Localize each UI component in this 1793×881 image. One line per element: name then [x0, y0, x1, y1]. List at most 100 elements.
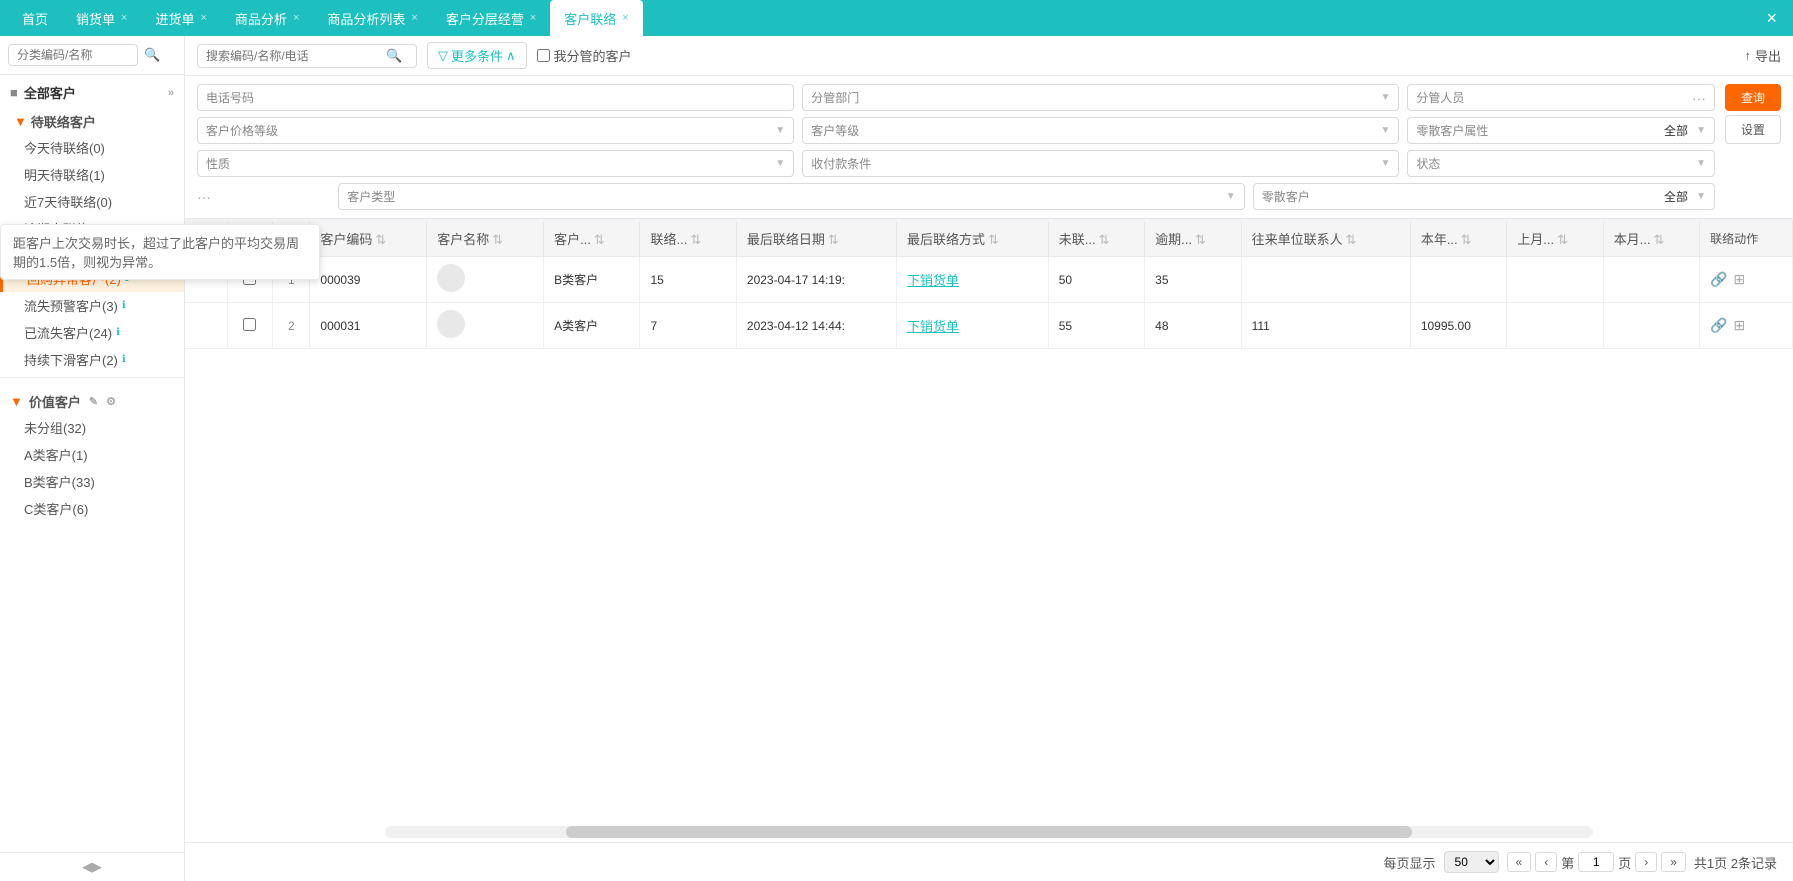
sidebar-a-class[interactable]: A类客户(1): [0, 441, 184, 468]
col-action: 联络动作: [1700, 221, 1793, 257]
row1-cust-type: B类客户: [544, 257, 640, 303]
row1-contacts: [1241, 257, 1410, 303]
bottom-scrollbar-thumb: [566, 826, 1412, 838]
lost-info-icon[interactable]: ℹ: [116, 327, 120, 338]
nav-customer-segment-close[interactable]: ×: [530, 12, 536, 24]
page-number-input[interactable]: [1578, 852, 1614, 872]
settings-button[interactable]: 设置: [1725, 115, 1781, 144]
sidebar-b-class[interactable]: B类客户(33): [0, 468, 184, 495]
sidebar-lost[interactable]: 已流失客户(24) ℹ: [0, 319, 184, 346]
window-close-button[interactable]: ×: [1758, 8, 1785, 29]
filter-customer-grade[interactable]: 客户等级 ▼: [802, 117, 1399, 144]
col-overdue[interactable]: 逾期...⇅: [1145, 221, 1241, 257]
sidebar-today-contact[interactable]: 今天待联络(0): [0, 134, 184, 161]
prev-page-btn[interactable]: ‹: [1535, 852, 1557, 872]
sidebar-persist-down[interactable]: 持续下滑客户(2) ℹ: [0, 346, 184, 373]
action-buttons: 查询 设置: [1725, 84, 1781, 144]
row2-checkbox-cell[interactable]: [227, 303, 273, 349]
sidebar-7day-contact[interactable]: 近7天待联络(0): [0, 188, 184, 215]
persist-down-info-icon[interactable]: ℹ: [122, 354, 126, 365]
row1-grid-icon[interactable]: ⊞: [1734, 271, 1746, 288]
export-btn[interactable]: ↑ 导出: [1744, 46, 1781, 65]
col-code[interactable]: 客户编码⇅: [310, 221, 427, 257]
search-icon[interactable]: 🔍: [386, 48, 402, 64]
my-customer-checkbox[interactable]: [537, 49, 550, 62]
row2-link-icon[interactable]: 🔗: [1710, 317, 1727, 334]
nav-home[interactable]: 首页: [8, 0, 62, 36]
row2-checkbox[interactable]: [243, 318, 256, 331]
nav-sales[interactable]: 销货单 ×: [62, 0, 141, 36]
filter-more-dots[interactable]: ···: [197, 189, 211, 205]
sidebar-c-class[interactable]: C类客户(6): [0, 495, 184, 522]
filter-person[interactable]: 分管人员 ···: [1407, 84, 1715, 111]
filter-nature-arrow: ▼: [775, 158, 785, 169]
nav-purchase[interactable]: 进货单 ×: [141, 0, 220, 36]
nav-purchase-close[interactable]: ×: [200, 12, 206, 24]
all-customers-collapse[interactable]: ■: [10, 85, 18, 100]
sidebar-scroll-right[interactable]: ▶: [92, 859, 102, 875]
nav-customer-contact-close[interactable]: ×: [622, 12, 628, 24]
col-contacts[interactable]: 往来单位联系人⇅: [1241, 221, 1410, 257]
filter-phone[interactable]: 电话号码: [197, 84, 794, 111]
table-area: ⚙ # 客户编码⇅ 客户名称⇅ 客户...⇅ 联络...⇅ 最后联络日期⇅ 最后…: [185, 221, 1793, 822]
nav-sales-close[interactable]: ×: [121, 12, 127, 24]
sidebar-search-icon[interactable]: 🔍: [144, 47, 160, 63]
search-input[interactable]: [206, 49, 386, 63]
bottom-scrollbar[interactable]: [385, 826, 1593, 838]
query-button[interactable]: 查询: [1725, 84, 1781, 111]
col-last-contact-method[interactable]: 最后联络方式⇅: [896, 221, 1048, 257]
sidebar-ungroup[interactable]: 未分组(32): [0, 414, 184, 441]
col-this-month[interactable]: 本月...⇅: [1603, 221, 1699, 257]
col-cust-type[interactable]: 客户...⇅: [544, 221, 640, 257]
sidebar-scroll-left[interactable]: ◀: [82, 859, 92, 875]
table-row: 1 000039 B类客户 15 2023-04-17 14:19: 下销货单 …: [185, 257, 1793, 303]
col-uncontacted[interactable]: 未联...⇅: [1048, 221, 1144, 257]
next-page-btn[interactable]: ›: [1635, 852, 1657, 872]
nav-customer-contact[interactable]: 客户联络 ×: [550, 0, 642, 36]
nav-product-analysis-close[interactable]: ×: [293, 12, 299, 24]
row2-grid-icon[interactable]: ⊞: [1734, 317, 1746, 334]
row1-link-icon[interactable]: 🔗: [1710, 271, 1727, 288]
search-box: 🔍: [197, 44, 417, 68]
row1-last-contact-method[interactable]: 下销货单: [896, 257, 1048, 303]
col-name[interactable]: 客户名称⇅: [427, 221, 544, 257]
lost-pre-info-icon[interactable]: ℹ: [122, 300, 126, 311]
per-page-select[interactable]: 10 20 50 100: [1444, 851, 1499, 873]
row2-name: [427, 303, 544, 349]
row1-this-month: [1603, 257, 1699, 303]
my-customer-checkbox-area: 我分管的客户: [537, 46, 632, 65]
nav-product-list-close[interactable]: ×: [411, 12, 417, 24]
value-customer-settings-icon[interactable]: ⚙: [106, 395, 116, 408]
filter-customer-type[interactable]: 客户类型 ▼: [338, 183, 1244, 210]
nav-product-list[interactable]: 商品分析列表 ×: [313, 0, 431, 36]
filter-scatter-attr[interactable]: 零散客户属性 全部 ▼: [1407, 117, 1715, 144]
row1-overdue: 35: [1145, 257, 1241, 303]
col-last-month[interactable]: 上月...⇅: [1507, 221, 1603, 257]
value-customer-edit-icon[interactable]: ✎: [89, 395, 98, 408]
sidebar-search-area: 🔍: [0, 36, 184, 75]
filter-payment[interactable]: 收付款条件 ▼: [802, 150, 1399, 177]
filter-person-dots[interactable]: ···: [1692, 90, 1706, 106]
filter-scatter-customer[interactable]: 零散客户 全部 ▼: [1253, 183, 1715, 210]
nav-customer-segment[interactable]: 客户分层经营 ×: [432, 0, 550, 36]
sidebar-lost-pre[interactable]: 流失预警客户(3) ℹ: [0, 292, 184, 319]
filter-department-arrow: ▼: [1380, 92, 1390, 103]
sidebar-tomorrow-contact[interactable]: 明天待联络(1): [0, 161, 184, 188]
filter-department[interactable]: 分管部门 ▼: [802, 84, 1399, 111]
first-page-btn[interactable]: «: [1507, 852, 1532, 872]
more-conditions-btn[interactable]: ▽ 更多条件 ∧: [427, 42, 527, 69]
last-page-btn[interactable]: »: [1661, 852, 1686, 872]
col-this-year[interactable]: 本年...⇅: [1410, 221, 1506, 257]
col-contact-count[interactable]: 联络...⇅: [640, 221, 736, 257]
filter-price-grade[interactable]: 客户价格等级 ▼: [197, 117, 794, 144]
filter-row-2: 客户价格等级 ▼ 客户等级 ▼ 零散客户属性 全部 ▼: [197, 117, 1715, 144]
filter-status[interactable]: 状态 ▼: [1407, 150, 1715, 177]
nav-product-analysis[interactable]: 商品分析 ×: [221, 0, 313, 36]
pagination-buttons: « ‹ 第 页 › »: [1507, 852, 1686, 872]
all-customers-expand-icon[interactable]: »: [168, 87, 174, 99]
col-last-contact-date[interactable]: 最后联络日期⇅: [736, 221, 896, 257]
filter-nature[interactable]: 性质 ▼: [197, 150, 794, 177]
sidebar-search-input[interactable]: [8, 44, 138, 66]
row2-action-icons: 🔗 ⊞: [1710, 317, 1782, 334]
row2-last-contact-method[interactable]: 下销货单: [896, 303, 1048, 349]
